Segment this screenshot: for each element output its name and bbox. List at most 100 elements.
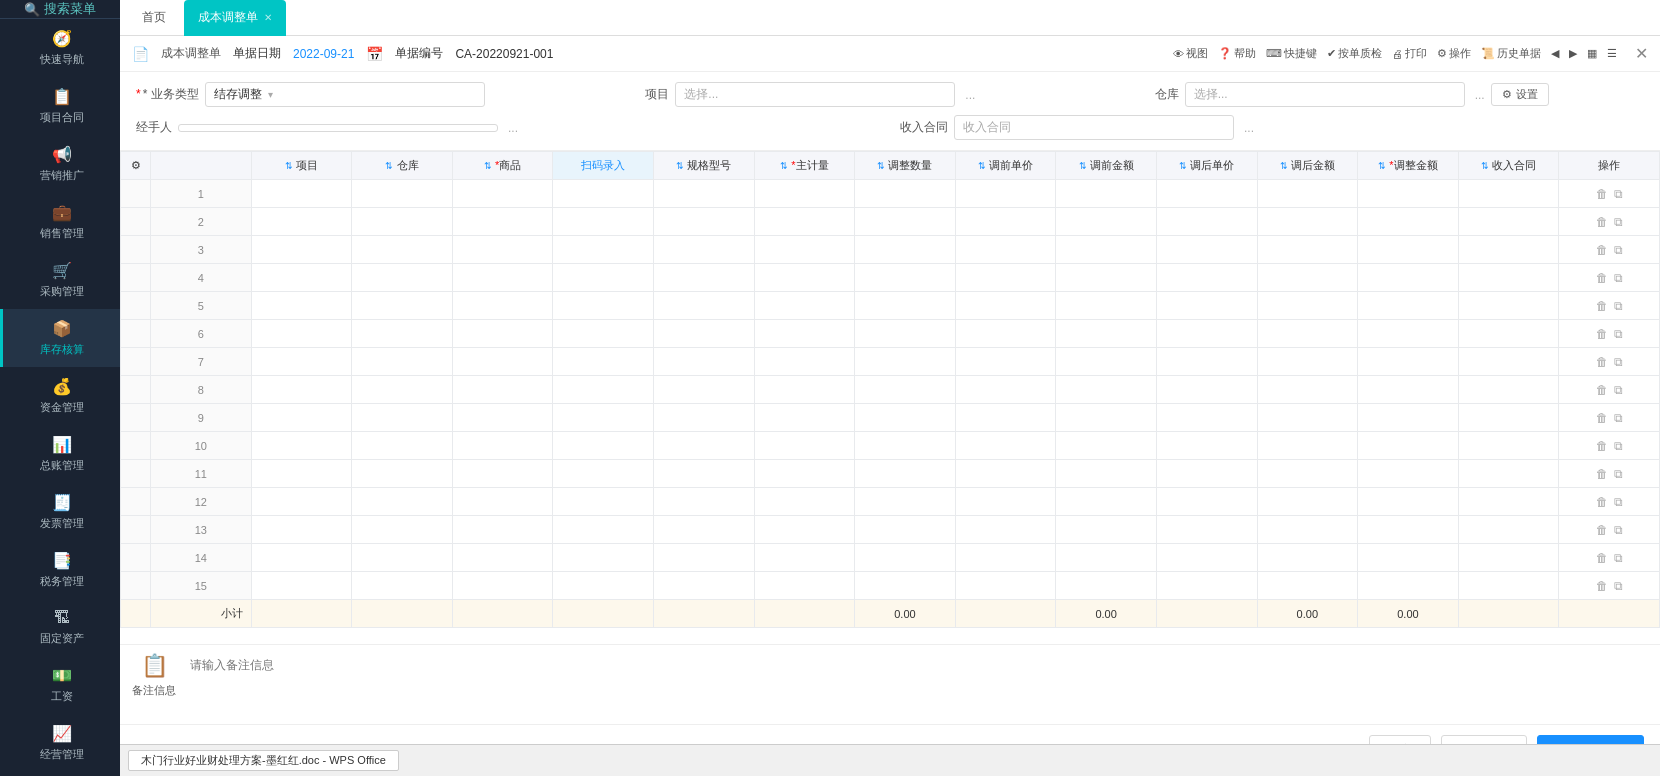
sidebar-item-basic-info[interactable]: 🗂 基础信息 bbox=[0, 772, 120, 776]
delete-row-icon[interactable]: 🗑 bbox=[1596, 439, 1608, 453]
copy-row-icon[interactable]: ⧉ bbox=[1614, 271, 1623, 285]
copy-row-icon[interactable]: ⧉ bbox=[1614, 551, 1623, 565]
notes-input[interactable] bbox=[186, 653, 1648, 703]
warehouse-dots[interactable]: ... bbox=[1475, 88, 1485, 102]
delete-row-icon[interactable]: 🗑 bbox=[1596, 523, 1608, 537]
delete-row-icon[interactable]: 🗑 bbox=[1596, 411, 1608, 425]
nav-prev-button[interactable]: ◀ bbox=[1551, 47, 1559, 60]
copy-row-icon[interactable]: ⧉ bbox=[1614, 299, 1623, 313]
tab-cost-adjust[interactable]: 成本调整单 ✕ bbox=[184, 0, 286, 36]
header-price1[interactable]: ⇅ 调前单价 bbox=[955, 152, 1056, 180]
business-type-select[interactable]: 结存调整 ▾ bbox=[205, 82, 485, 107]
sidebar-item-quick-nav[interactable]: 🧭 快速导航 bbox=[0, 19, 120, 77]
sidebar-item-marketing[interactable]: 📢 营销推广 bbox=[0, 135, 120, 193]
delete-row-icon[interactable]: 🗑 bbox=[1596, 327, 1608, 341]
copy-row-icon[interactable]: ⧉ bbox=[1614, 355, 1623, 369]
shortcut-action[interactable]: ⌨ 快捷键 bbox=[1266, 46, 1317, 61]
table-row[interactable]: 11🗑⧉ bbox=[121, 460, 1660, 488]
header-scan[interactable]: 扫码录入 bbox=[553, 152, 654, 180]
delete-row-icon[interactable]: 🗑 bbox=[1596, 187, 1608, 201]
table-row[interactable]: 6🗑⧉ bbox=[121, 320, 1660, 348]
income-contract-dots[interactable]: ... bbox=[1244, 121, 1254, 135]
header-amt1[interactable]: ⇅ 调前金额 bbox=[1056, 152, 1157, 180]
copy-row-icon[interactable]: ⧉ bbox=[1614, 411, 1623, 425]
copy-row-icon[interactable]: ⧉ bbox=[1614, 467, 1623, 481]
header-gear[interactable]: ⚙ bbox=[121, 152, 151, 180]
copy-row-icon[interactable]: ⧉ bbox=[1614, 215, 1623, 229]
copy-row-icon[interactable]: ⧉ bbox=[1614, 187, 1623, 201]
copy-row-icon[interactable]: ⧉ bbox=[1614, 327, 1623, 341]
delete-row-icon[interactable]: 🗑 bbox=[1596, 271, 1608, 285]
operation-action[interactable]: ⚙ 操作 bbox=[1437, 46, 1471, 61]
help-action[interactable]: ❓ 帮助 bbox=[1218, 46, 1256, 61]
income-contract-input[interactable]: 收入合同 bbox=[954, 115, 1234, 140]
project-select[interactable]: 选择... bbox=[675, 82, 955, 107]
header-income[interactable]: ⇅ 收入合同 bbox=[1458, 152, 1559, 180]
copy-row-icon[interactable]: ⧉ bbox=[1614, 579, 1623, 593]
sidebar-item-purchase[interactable]: 🛒 采购管理 bbox=[0, 251, 120, 309]
copy-row-icon[interactable]: ⧉ bbox=[1614, 439, 1623, 453]
delete-row-icon[interactable]: 🗑 bbox=[1596, 215, 1608, 229]
nav-next-button[interactable]: ▶ bbox=[1569, 47, 1577, 60]
copy-row-icon[interactable]: ⧉ bbox=[1614, 243, 1623, 257]
tab-close-icon[interactable]: ✕ bbox=[264, 12, 272, 23]
delete-row-icon[interactable]: 🗑 bbox=[1596, 579, 1608, 593]
header-product[interactable]: ⇅ *商品 bbox=[452, 152, 553, 180]
delete-row-icon[interactable]: 🗑 bbox=[1596, 551, 1608, 565]
view-list-button[interactable]: ☰ bbox=[1607, 47, 1617, 60]
agent-select[interactable] bbox=[178, 124, 498, 132]
header-spec[interactable]: ⇅ 规格型号 bbox=[653, 152, 754, 180]
history-action[interactable]: 📜 历史单据 bbox=[1481, 46, 1541, 61]
table-row[interactable]: 1🗑⧉ bbox=[121, 180, 1660, 208]
agent-dots[interactable]: ... bbox=[508, 121, 518, 135]
tab-home[interactable]: 首页 bbox=[128, 0, 180, 36]
view-action[interactable]: 👁 视图 bbox=[1173, 46, 1208, 61]
sidebar-item-salary[interactable]: 💵 工资 bbox=[0, 656, 120, 714]
warehouse-select[interactable]: 选择... bbox=[1185, 82, 1465, 107]
view-grid-button[interactable]: ▦ bbox=[1587, 47, 1597, 60]
table-row[interactable]: 15🗑⧉ bbox=[121, 572, 1660, 600]
header-project[interactable]: ⇅ 项目 bbox=[251, 152, 352, 180]
delete-row-icon[interactable]: 🗑 bbox=[1596, 495, 1608, 509]
table-row[interactable]: 3🗑⧉ bbox=[121, 236, 1660, 264]
table-row[interactable]: 5🗑⧉ bbox=[121, 292, 1660, 320]
sidebar-item-inventory[interactable]: 📦 库存核算 bbox=[0, 309, 120, 367]
copy-row-icon[interactable]: ⧉ bbox=[1614, 383, 1623, 397]
sidebar-item-project-contract[interactable]: 📋 项目合同 bbox=[0, 77, 120, 135]
table-row[interactable]: 9🗑⧉ bbox=[121, 404, 1660, 432]
header-warehouse[interactable]: ⇅ 仓库 bbox=[352, 152, 453, 180]
sidebar-item-invoice[interactable]: 🧾 发票管理 bbox=[0, 483, 120, 541]
table-row[interactable]: 14🗑⧉ bbox=[121, 544, 1660, 572]
table-row[interactable]: 4🗑⧉ bbox=[121, 264, 1660, 292]
table-row[interactable]: 8🗑⧉ bbox=[121, 376, 1660, 404]
delete-row-icon[interactable]: 🗑 bbox=[1596, 467, 1608, 481]
sidebar-item-fixed-assets[interactable]: 🏗 固定资产 bbox=[0, 599, 120, 656]
review-action[interactable]: ✔ 按单质检 bbox=[1327, 46, 1382, 61]
print-action[interactable]: 🖨 打印 bbox=[1392, 46, 1427, 61]
header-adj[interactable]: ⇅ *调整金额 bbox=[1358, 152, 1459, 180]
header-amt2[interactable]: ⇅ 调后金额 bbox=[1257, 152, 1358, 180]
header-qty[interactable]: ⇅ 调整数量 bbox=[855, 152, 956, 180]
sidebar-item-finance[interactable]: 💰 资金管理 bbox=[0, 367, 120, 425]
sidebar-item-ops[interactable]: 📈 经营管理 bbox=[0, 714, 120, 772]
table-row[interactable]: 12🗑⧉ bbox=[121, 488, 1660, 516]
table-row[interactable]: 10🗑⧉ bbox=[121, 432, 1660, 460]
header-price2[interactable]: ⇅ 调后单价 bbox=[1156, 152, 1257, 180]
grid-container[interactable]: ⚙ ⇅ 项目 ⇅ 仓库 ⇅ *商品 扫码录入 ⇅ 规格型号 ⇅ *主计量 ⇅ 调… bbox=[120, 151, 1660, 644]
table-row[interactable]: 2🗑⧉ bbox=[121, 208, 1660, 236]
delete-row-icon[interactable]: 🗑 bbox=[1596, 299, 1608, 313]
sidebar-item-ledger[interactable]: 📊 总账管理 bbox=[0, 425, 120, 483]
copy-row-icon[interactable]: ⧉ bbox=[1614, 495, 1623, 509]
delete-row-icon[interactable]: 🗑 bbox=[1596, 243, 1608, 257]
header-unit[interactable]: ⇅ *主计量 bbox=[754, 152, 855, 180]
close-button[interactable]: ✕ bbox=[1635, 44, 1648, 63]
delete-row-icon[interactable]: 🗑 bbox=[1596, 383, 1608, 397]
taskbar-wps-item[interactable]: 木门行业好业财处理方案-墨红红.doc - WPS Office bbox=[128, 750, 399, 771]
settings-button[interactable]: ⚙ 设置 bbox=[1491, 83, 1549, 106]
sidebar-logo[interactable]: 🔍 搜索菜单 bbox=[0, 0, 120, 19]
sidebar-item-tax[interactable]: 📑 税务管理 bbox=[0, 541, 120, 599]
delete-row-icon[interactable]: 🗑 bbox=[1596, 355, 1608, 369]
table-row[interactable]: 13🗑⧉ bbox=[121, 516, 1660, 544]
copy-row-icon[interactable]: ⧉ bbox=[1614, 523, 1623, 537]
project-dots[interactable]: ... bbox=[965, 88, 975, 102]
